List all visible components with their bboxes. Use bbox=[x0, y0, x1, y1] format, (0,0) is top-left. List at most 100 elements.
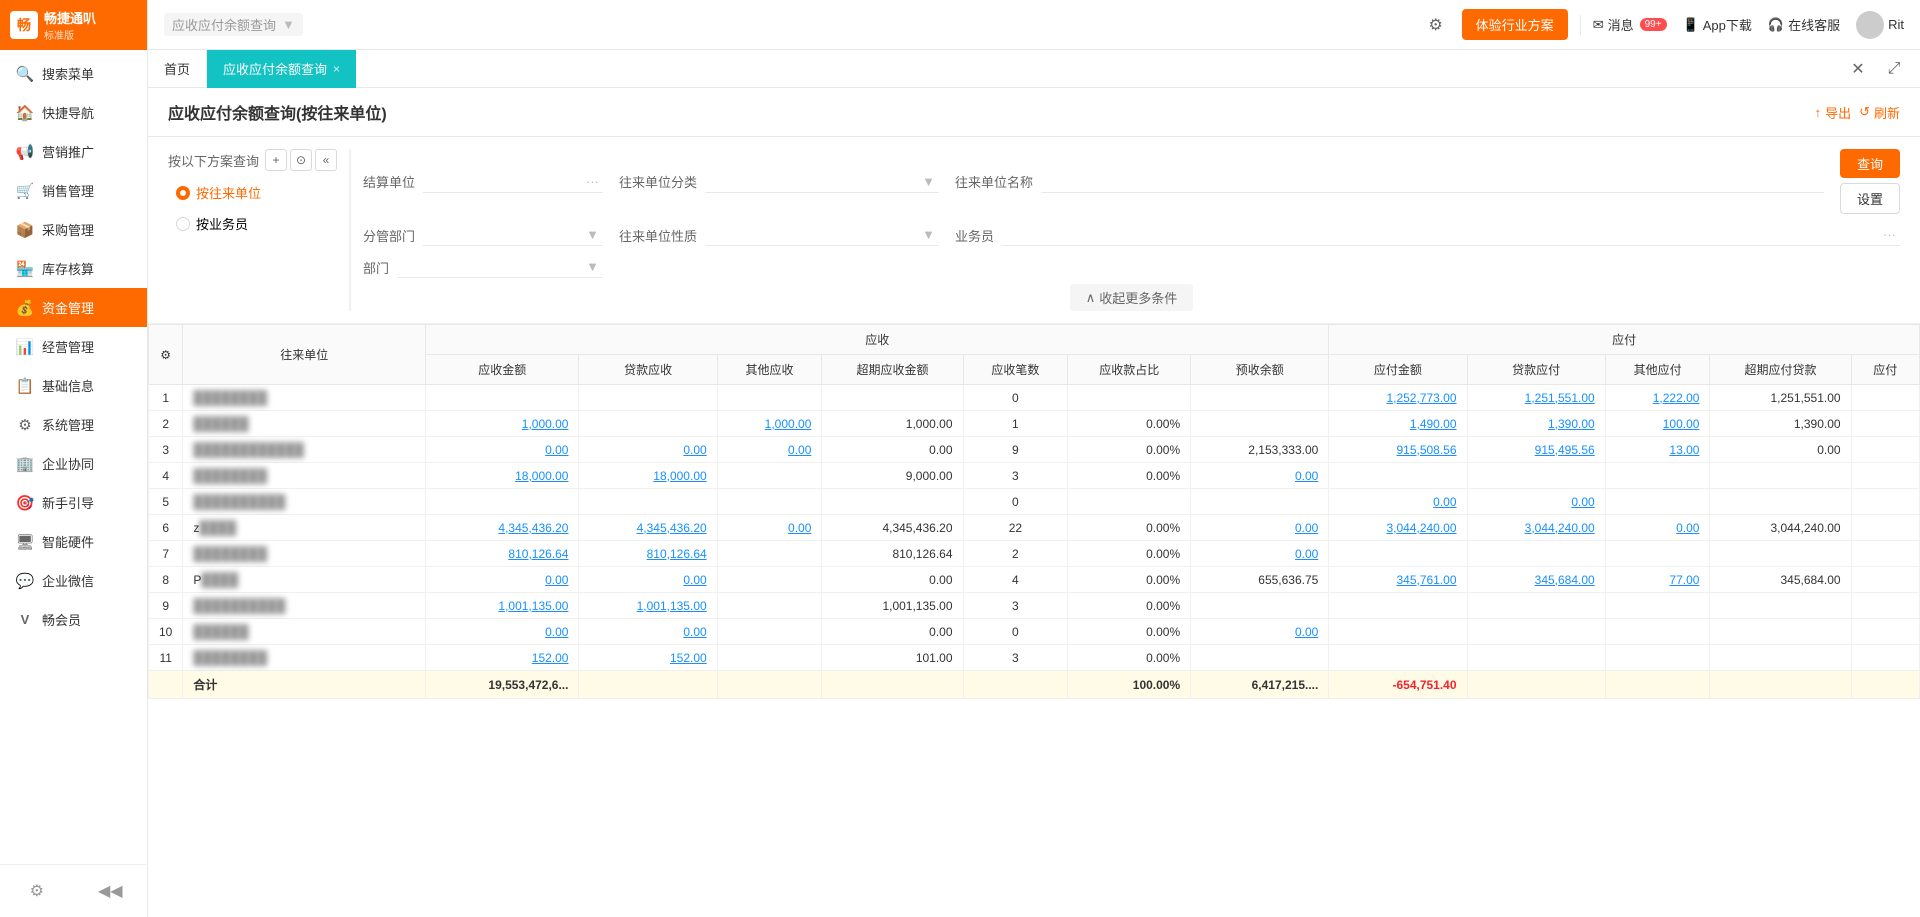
field-business[interactable]: ··· bbox=[1002, 224, 1900, 246]
field-jiesuan[interactable]: ··· bbox=[423, 171, 603, 193]
ar-amount[interactable]: 1,001,135.00 bbox=[426, 593, 579, 619]
sidebar-item-inventory[interactable]: 🏪 库存核算 bbox=[0, 249, 147, 288]
ar-amount[interactable]: 810,126.64 bbox=[426, 541, 579, 567]
ar-amount[interactable]: 18,000.00 bbox=[426, 463, 579, 489]
field-unit-dept[interactable]: ▼ bbox=[397, 256, 603, 278]
sidebar-item-enterprise[interactable]: 🏢 企业协同 bbox=[0, 444, 147, 483]
query-button[interactable]: 查询 bbox=[1840, 149, 1900, 178]
ap-rest bbox=[1851, 645, 1919, 671]
ar-other[interactable]: 0.00 bbox=[717, 437, 822, 463]
sidebar-item-finance[interactable]: 💰 资金管理 bbox=[0, 288, 147, 327]
collapse-scheme-btn[interactable]: « bbox=[315, 149, 337, 171]
add-scheme-btn[interactable]: + bbox=[265, 149, 287, 171]
ap-amount[interactable]: 345,761.00 bbox=[1329, 567, 1467, 593]
footer-ar-loan bbox=[579, 671, 717, 699]
promo-button[interactable]: 体验行业方案 bbox=[1462, 9, 1568, 40]
breadcrumb: 应收应付余额查询 ▼ bbox=[164, 13, 303, 36]
sidebar-item-operation[interactable]: 📊 经营管理 bbox=[0, 327, 147, 366]
sidebar-settings-btn[interactable]: ⚙ bbox=[21, 875, 53, 907]
ar-loan[interactable]: 18,000.00 bbox=[579, 463, 717, 489]
ar-ratio: 0.00% bbox=[1068, 619, 1191, 645]
scheme-option-employee[interactable]: 按业务员 bbox=[168, 210, 337, 237]
ap-amount[interactable]: 1,252,773.00 bbox=[1329, 385, 1467, 411]
scheme-option-partner[interactable]: 按往来单位 bbox=[168, 179, 337, 206]
ap-loan[interactable]: 0.00 bbox=[1467, 489, 1605, 515]
tab-home[interactable]: 首页 bbox=[148, 50, 207, 88]
collapse-btn[interactable]: ∧ 收起更多条件 bbox=[1070, 284, 1194, 311]
ar-loan[interactable]: 152.00 bbox=[579, 645, 717, 671]
ar-amount[interactable]: 0.00 bbox=[426, 567, 579, 593]
purchase-icon: 📦 bbox=[16, 221, 34, 239]
sidebar-item-search-menu[interactable]: 🔍 搜索菜单 bbox=[0, 54, 147, 93]
ap-amount[interactable]: 3,044,240.00 bbox=[1329, 515, 1467, 541]
ar-prepay[interactable]: 0.00 bbox=[1191, 541, 1329, 567]
edit-scheme-btn[interactable]: ⊙ bbox=[290, 149, 312, 171]
sidebar-item-wechat[interactable]: 💬 企业微信 bbox=[0, 561, 147, 600]
ar-amount[interactable]: 1,000.00 bbox=[426, 411, 579, 437]
ap-other[interactable]: 13.00 bbox=[1605, 437, 1710, 463]
ar-loan[interactable]: 810,126.64 bbox=[579, 541, 717, 567]
ap-other[interactable]: 1,222.00 bbox=[1605, 385, 1710, 411]
ar-prepay[interactable]: 0.00 bbox=[1191, 515, 1329, 541]
ap-other[interactable]: 100.00 bbox=[1605, 411, 1710, 437]
sidebar-item-guide[interactable]: 🎯 新手引导 bbox=[0, 483, 147, 522]
sidebar-collapse-btn[interactable]: ◀◀ bbox=[94, 875, 126, 907]
tab-ar-ap[interactable]: 应收应付余额查询 × bbox=[207, 50, 356, 88]
sidebar-item-system[interactable]: ⚙ 系统管理 bbox=[0, 405, 147, 444]
query-btn-group: 查询 设置 bbox=[1840, 149, 1900, 214]
set-button[interactable]: 设置 bbox=[1840, 183, 1900, 214]
message-btn[interactable]: ✉ 消息 99+ bbox=[1593, 15, 1667, 34]
tab-expand-btn[interactable]: ⤢ bbox=[1880, 55, 1908, 83]
sidebar-item-sales[interactable]: 🛒 销售管理 bbox=[0, 171, 147, 210]
ap-loan[interactable]: 1,251,551.00 bbox=[1467, 385, 1605, 411]
ap-other[interactable]: 77.00 bbox=[1605, 567, 1710, 593]
sidebar-item-purchase[interactable]: 📦 采购管理 bbox=[0, 210, 147, 249]
sidebar-label: 销售管理 bbox=[42, 181, 94, 200]
field-nature[interactable]: ▼ bbox=[705, 224, 939, 246]
app-logo: 畅 bbox=[10, 11, 38, 39]
field-category[interactable]: ▼ bbox=[705, 171, 939, 193]
sidebar-item-basic-info[interactable]: 📋 基础信息 bbox=[0, 366, 147, 405]
ar-count: 0 bbox=[963, 619, 1068, 645]
app-download-btn[interactable]: 📱 App下载 bbox=[1683, 15, 1752, 34]
tab-close-window-btn[interactable]: ✕ bbox=[1844, 55, 1872, 83]
tab-close-btn[interactable]: × bbox=[333, 62, 340, 76]
ar-loan[interactable]: 0.00 bbox=[579, 619, 717, 645]
ar-prepay[interactable]: 0.00 bbox=[1191, 463, 1329, 489]
export-btn[interactable]: ↑ 导出 bbox=[1815, 103, 1852, 122]
col-settings[interactable]: ⚙ bbox=[149, 325, 183, 385]
sidebar-item-marketing[interactable]: 📢 营销推广 bbox=[0, 132, 147, 171]
ar-other[interactable]: 1,000.00 bbox=[717, 411, 822, 437]
ar-prepay[interactable]: 0.00 bbox=[1191, 619, 1329, 645]
ar-amount[interactable]: 4,345,436.20 bbox=[426, 515, 579, 541]
ar-loan[interactable]: 0.00 bbox=[579, 437, 717, 463]
sidebar-item-quick-nav[interactable]: 🏠 快捷导航 bbox=[0, 93, 147, 132]
table-group-header: ⚙ 往来单位 应收 应付 bbox=[149, 325, 1920, 355]
ap-loan[interactable]: 3,044,240.00 bbox=[1467, 515, 1605, 541]
ap-other[interactable]: 0.00 bbox=[1605, 515, 1710, 541]
ap-rest bbox=[1851, 593, 1919, 619]
ar-amount[interactable]: 0.00 bbox=[426, 619, 579, 645]
ap-loan[interactable]: 345,684.00 bbox=[1467, 567, 1605, 593]
ap-amount[interactable]: 1,490.00 bbox=[1329, 411, 1467, 437]
field-dept[interactable]: ▼ bbox=[423, 224, 603, 246]
ar-other[interactable]: 0.00 bbox=[717, 515, 822, 541]
ap-amount[interactable]: 915,508.56 bbox=[1329, 437, 1467, 463]
ap-loan[interactable]: 915,495.56 bbox=[1467, 437, 1605, 463]
ap-loan[interactable]: 1,390.00 bbox=[1467, 411, 1605, 437]
ar-amount[interactable]: 152.00 bbox=[426, 645, 579, 671]
user-profile[interactable]: Rit bbox=[1856, 11, 1904, 39]
footer-ap-total: -654,751.40 bbox=[1329, 671, 1467, 699]
ar-loan[interactable]: 4,345,436.20 bbox=[579, 515, 717, 541]
sidebar-item-hardware[interactable]: 🖥 智能硬件 bbox=[0, 522, 147, 561]
ar-loan[interactable]: 0.00 bbox=[579, 567, 717, 593]
sidebar-item-member[interactable]: V 畅会员 bbox=[0, 600, 147, 639]
ar-loan[interactable]: 1,001,135.00 bbox=[579, 593, 717, 619]
settings-gear-btn[interactable]: ⚙ bbox=[1422, 11, 1450, 39]
refresh-btn[interactable]: ↺ 刷新 bbox=[1859, 103, 1900, 122]
online-service-btn[interactable]: 🎧 在线客服 bbox=[1768, 15, 1840, 34]
ar-amount[interactable]: 0.00 bbox=[426, 437, 579, 463]
message-label: 消息 bbox=[1608, 15, 1634, 34]
field-name[interactable] bbox=[1041, 171, 1824, 193]
ap-amount[interactable]: 0.00 bbox=[1329, 489, 1467, 515]
